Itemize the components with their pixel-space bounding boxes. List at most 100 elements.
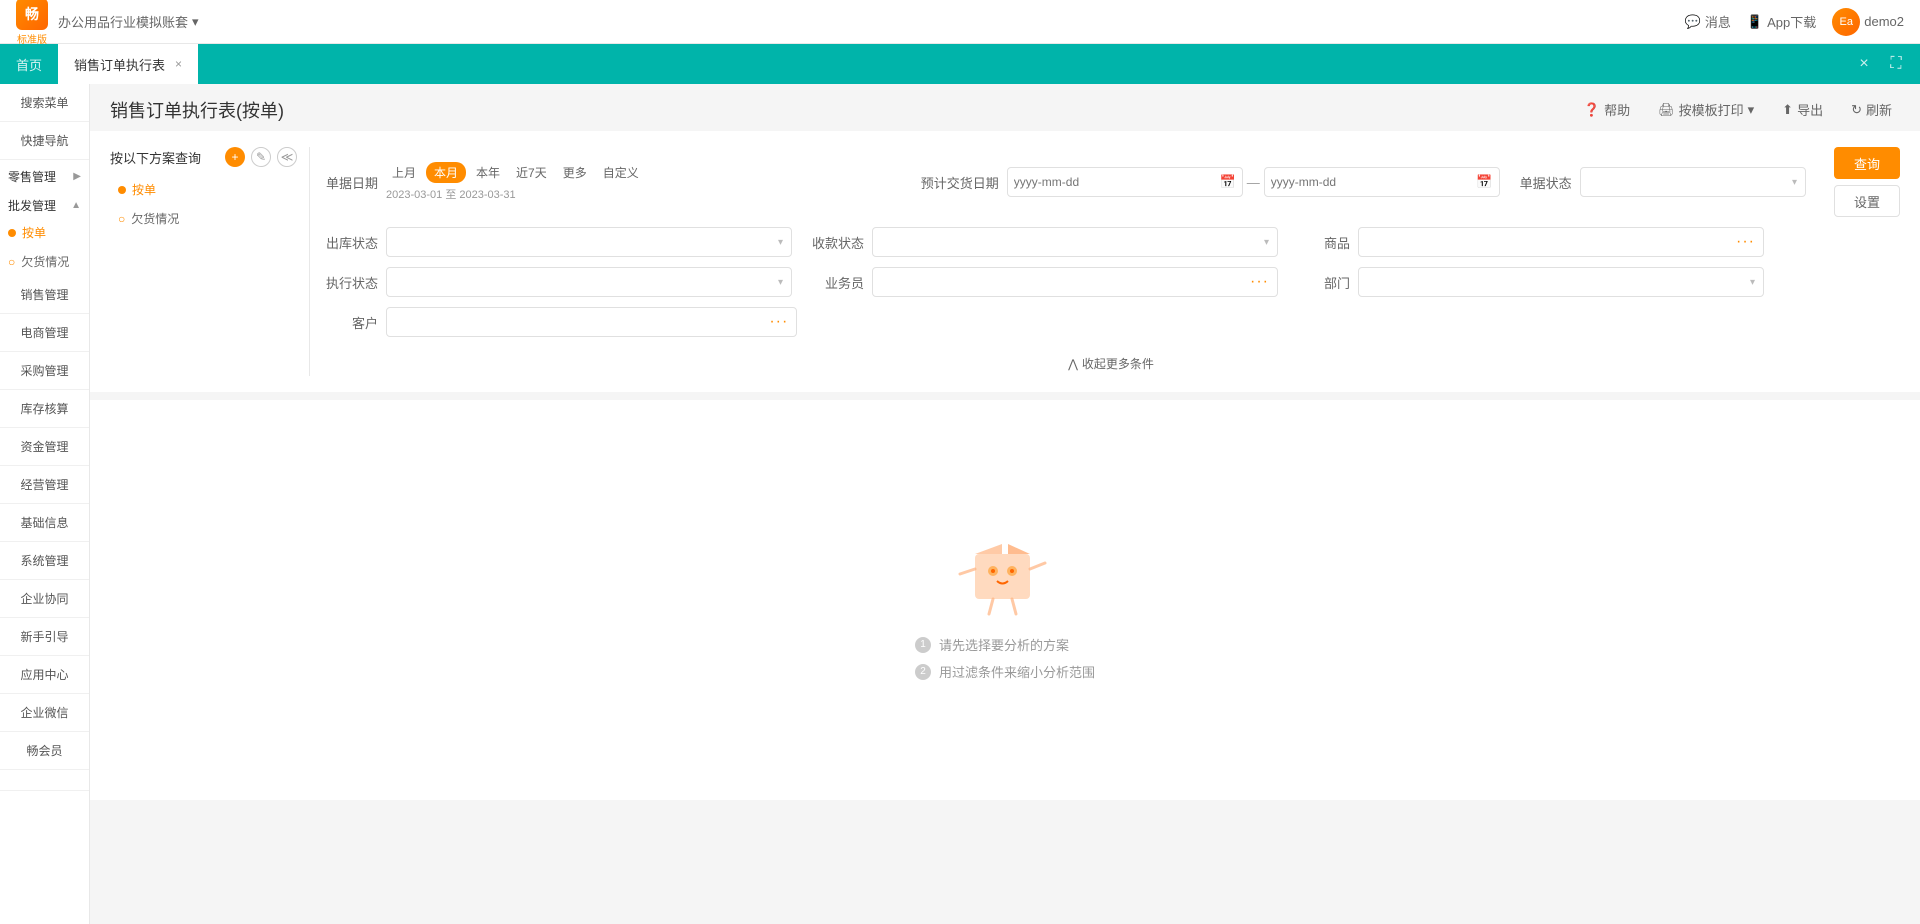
filter-layout: 按以下方案查询 + ✎ ≪ 按单 ○ 欠货情况 [110,147,1900,376]
sidebar-wholesale-arrow-icon: ▲ [71,200,81,211]
sidebar-ecommerce-label: 采购管理 [20,362,68,379]
empty-tips: 1 请先选择要分析的方案 2 用过滤条件来缩小分析范围 [915,635,1095,681]
goods-select[interactable]: ··· [1358,227,1764,257]
filter-scheme-item-active[interactable]: 按单 [110,175,297,204]
filter-cell-exec: 执行状态 ▾ [322,267,792,297]
tab-bar-actions: × ⛶ [1840,44,1920,84]
sidebar-item-wholesale[interactable]: 批发管理 ▲ [0,189,89,218]
sidebar-item-marketing[interactable]: 销售管理 [0,276,89,314]
tip-text-1: 请先选择要分析的方案 [939,635,1069,654]
expected-date-start-input[interactable] [1014,175,1094,189]
shortage-circle-icon: ○ [118,212,125,226]
logo-abbr: 畅 [25,4,39,24]
date-btn-last-month[interactable]: 上月 [386,162,422,183]
sidebar-item-corpwechat[interactable]: 畅会员 [0,732,89,770]
outbound-select[interactable]: ▾ [386,227,792,257]
expected-date-start[interactable]: 📅 [1007,167,1243,197]
sidebar-item-ecommerce[interactable]: 采购管理 [0,352,89,390]
expected-date-end-input[interactable] [1271,175,1351,189]
salesperson-select[interactable]: ··· [872,267,1278,297]
filter-add-btn[interactable]: + [225,147,245,167]
date-btn-more[interactable]: 更多 [557,162,593,183]
sidebar-item-retail[interactable]: 零售管理 ▶ [0,160,89,189]
sidebar-item-member[interactable] [0,770,89,791]
status-select[interactable]: ▾ [1580,167,1806,197]
industry-selector[interactable]: 办公用品行业模拟账套 ▾ [58,12,199,31]
tab-sales-exec-label: 销售订单执行表 [74,55,165,74]
refresh-btn[interactable]: ↻ 刷新 [1843,96,1900,123]
filter-row-1: 单据日期 上月 本月 本年 近7天 更多 自定义 20 [322,147,1900,217]
print-template-btn[interactable]: 🖨 按模板打印 ▾ [1650,96,1762,123]
calendar-end-icon: 📅 [1476,174,1492,190]
filter-right: 单据日期 上月 本月 本年 近7天 更多 自定义 20 [322,147,1900,376]
sidebar-item-purchase[interactable]: 库存核算 [0,390,89,428]
sidebar-item-sales[interactable]: 电商管理 [0,314,89,352]
industry-arrow-icon: ▾ [192,14,199,30]
print-template-label: 按模板打印 [1679,100,1744,119]
sidebar-basic-label: 系统管理 [20,552,68,569]
collapse-label: 收起更多条件 [1082,355,1154,372]
main-layout: 搜索菜单 快捷导航 零售管理 ▶ 批发管理 ▲ 按单 ○ 欠货情况 销售管理 电… [0,84,1920,924]
export-btn[interactable]: ⬆ 导出 [1774,96,1831,123]
tab-home[interactable]: 首页 [0,44,58,84]
sidebar-shortage-icon: ○ [8,255,15,269]
tab-close-icon[interactable]: × [175,57,182,71]
sidebar-sub-scheme-active[interactable]: 按单 [0,218,89,247]
empty-tip-2: 2 用过滤条件来缩小分析范围 [915,662,1095,681]
user-menu[interactable]: Ea demo2 [1832,8,1904,36]
settings-btn[interactable]: 设置 [1834,185,1900,217]
exec-select[interactable]: ▾ [386,267,792,297]
sidebar-sales-label: 电商管理 [20,324,68,341]
help-btn[interactable]: ❓ 帮助 [1576,96,1638,123]
empty-icon [955,519,1055,619]
customer-select[interactable]: ··· [386,307,797,337]
app-download-icon: 📱 [1747,14,1763,30]
sidebar-item-basic[interactable]: 系统管理 [0,542,89,580]
sidebar-item-operation[interactable]: 基础信息 [0,504,89,542]
sidebar-system-label: 企业协同 [20,590,68,607]
sidebar-item-guide[interactable]: 应用中心 [0,656,89,694]
filter-sub-shortage[interactable]: ○ 欠货情况 [110,204,297,233]
sidebar-item-system[interactable]: 企业协同 [0,580,89,618]
dept-select[interactable]: ▾ [1358,267,1764,297]
sidebar-shortage-label: 欠货情况 [21,253,69,270]
collection-select[interactable]: ▾ [872,227,1278,257]
expected-date-end[interactable]: 📅 [1264,167,1500,197]
exec-chevron-icon: ▾ [778,277,783,288]
exec-label: 执行状态 [322,273,378,292]
app-download-btn[interactable]: 📱 App下载 [1747,12,1816,31]
filter-left: 按以下方案查询 + ✎ ≪ 按单 ○ 欠货情况 [110,147,310,376]
sidebar-item-finance[interactable]: 经营管理 [0,466,89,504]
tab-close-all-btn[interactable]: × [1852,52,1876,76]
content-area: 销售订单执行表(按单) ❓ 帮助 🖨 按模板打印 ▾ ⬆ 导出 ↻ 刷新 [90,84,1920,924]
sidebar-item-cooperation[interactable]: 新手引导 [0,618,89,656]
filter-cell-expected-date: 预计交货日期 📅 — 📅 [919,167,1500,197]
sidebar-item-search[interactable]: 搜索菜单 [0,84,89,122]
date-btn-7days[interactable]: 近7天 [510,162,553,183]
date-btn-this-year[interactable]: 本年 [470,162,506,183]
tab-sales-exec[interactable]: 销售订单执行表 × [58,44,198,84]
sidebar-item-appcenter[interactable]: 企业微信 [0,694,89,732]
message-btn[interactable]: 💬 消息 [1685,12,1731,31]
query-btn[interactable]: 查询 [1834,147,1900,179]
filter-collapse-left-btn[interactable]: ≪ [277,147,297,167]
avatar-text: Ea [1840,16,1853,28]
tab-fullscreen-btn[interactable]: ⛶ [1884,52,1908,76]
filter-edit-btn[interactable]: ✎ [251,147,271,167]
sidebar-finance-label: 经营管理 [20,476,68,493]
sidebar-purchase-label: 库存核算 [20,400,68,417]
filter-cell-goods: 商品 ··· [1294,227,1764,257]
status-label: 单据状态 [1516,173,1572,192]
refresh-label: 刷新 [1866,100,1892,119]
sidebar-item-inventory[interactable]: 资金管理 [0,428,89,466]
collection-label: 收款状态 [808,233,864,252]
sidebar-item-quicknav[interactable]: 快捷导航 [0,122,89,160]
sidebar-retail-label: 零售管理 [8,168,56,185]
date-btn-custom[interactable]: 自定义 [597,162,645,183]
date-btn-this-month[interactable]: 本月 [426,162,466,183]
empty-tip-1: 1 请先选择要分析的方案 [915,635,1095,654]
collapse-btn[interactable]: ⋀ 收起更多条件 [322,347,1900,376]
scheme-name: 按单 [132,181,156,198]
sidebar-sub-shortage[interactable]: ○ 欠货情况 [0,247,89,276]
filter-scheme-title: 按以下方案查询 + ✎ ≪ [110,147,297,167]
